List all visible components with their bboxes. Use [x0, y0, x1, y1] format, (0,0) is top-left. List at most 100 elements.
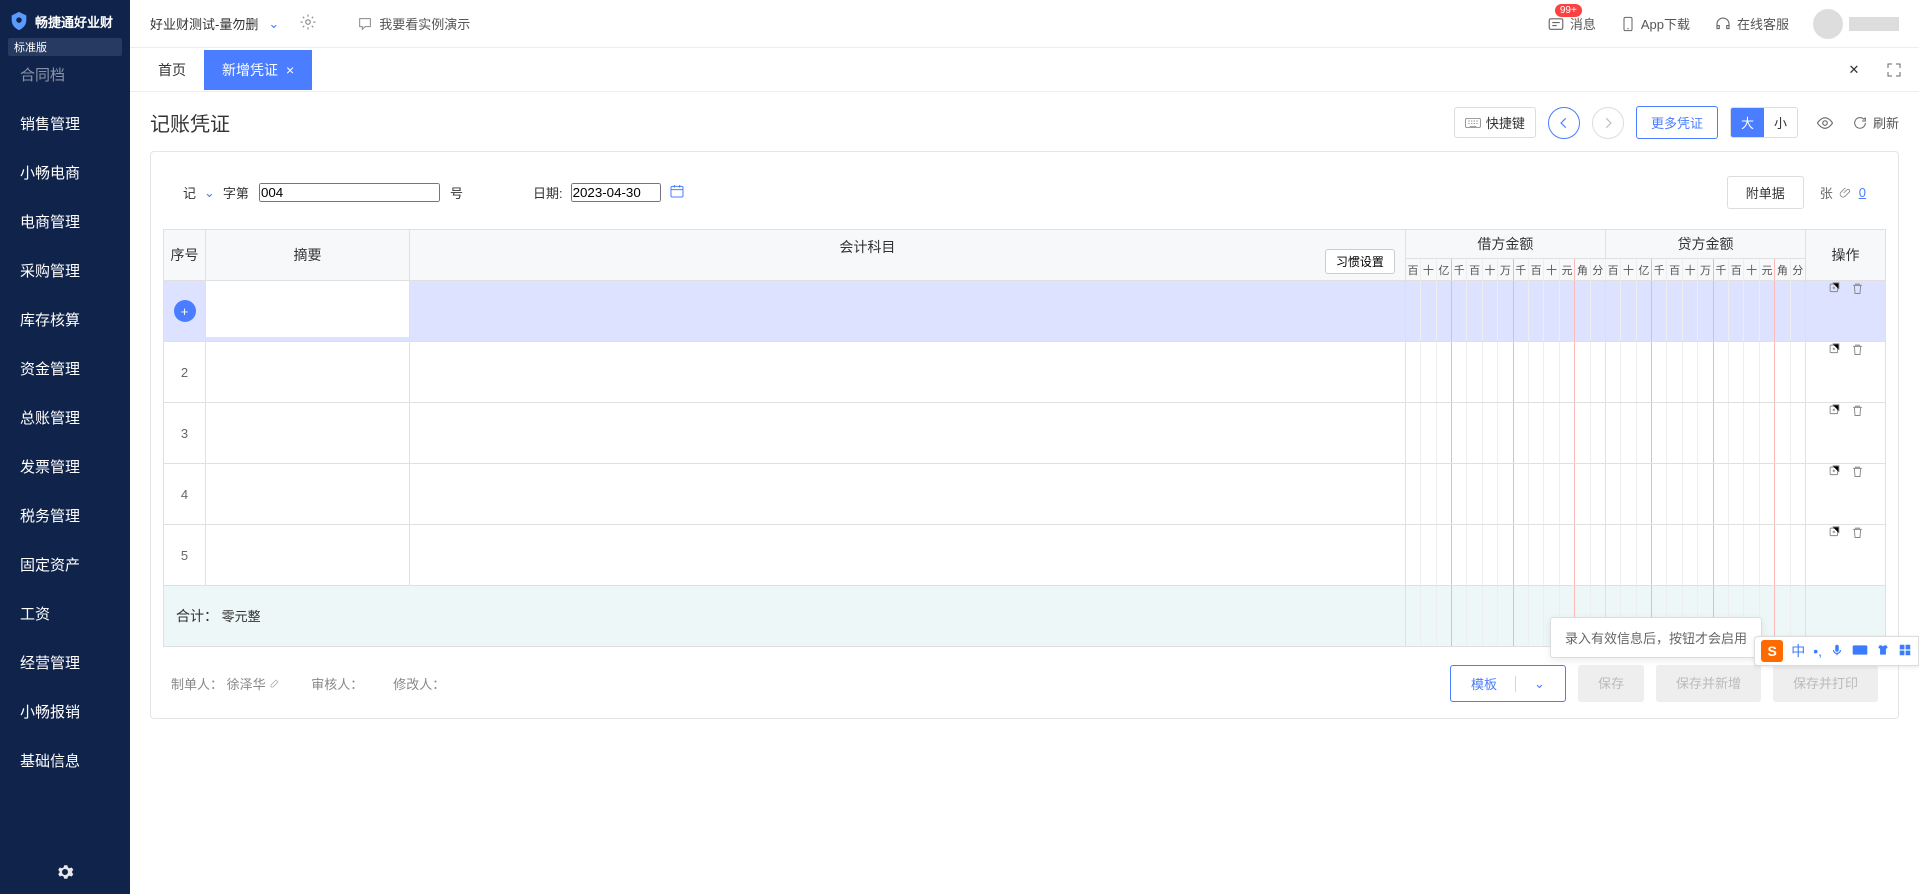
summary-cell[interactable]: [206, 403, 410, 464]
summary-cell[interactable]: [206, 464, 410, 525]
sidebar-item[interactable]: 库存核算: [0, 295, 130, 344]
ime-lang[interactable]: 中: [1791, 641, 1805, 661]
template-button[interactable]: 模板 ⌄: [1450, 665, 1566, 702]
copy-row-icon[interactable]: [1827, 406, 1842, 421]
sidebar-item[interactable]: 基础信息: [0, 736, 130, 785]
delete-row-icon[interactable]: [1850, 406, 1865, 421]
sidebar-item[interactable]: 固定资产: [0, 540, 130, 589]
sidebar-item[interactable]: 工资: [0, 589, 130, 638]
add-row-button[interactable]: +: [174, 300, 196, 322]
save-new-button: 保存并新增: [1656, 665, 1761, 702]
ime-mic-icon[interactable]: [1830, 643, 1844, 660]
refresh-button[interactable]: 刷新: [1852, 113, 1899, 132]
copy-row-icon[interactable]: [1827, 284, 1842, 299]
delete-row-icon[interactable]: [1850, 284, 1865, 299]
close-icon[interactable]: ×: [286, 62, 294, 78]
user-avatar[interactable]: [1813, 9, 1899, 39]
header-service[interactable]: 在线客服: [1714, 14, 1789, 33]
copy-row-icon[interactable]: [1827, 528, 1842, 543]
sidebar-item[interactable]: 采购管理: [0, 246, 130, 295]
shortcut-button[interactable]: 快捷键: [1454, 107, 1536, 138]
tab-home[interactable]: 首页: [140, 50, 204, 90]
header-settings-icon[interactable]: [299, 13, 317, 34]
summary-cell[interactable]: [206, 281, 410, 342]
ime-punct-icon[interactable]: •,: [1813, 643, 1822, 659]
sidebar-item[interactable]: 总账管理: [0, 393, 130, 442]
view-button[interactable]: [1810, 108, 1840, 138]
credit-cell[interactable]: [1605, 342, 1805, 403]
sidebar-item[interactable]: 小畅电商: [0, 148, 130, 197]
debit-cell[interactable]: [1405, 464, 1605, 525]
sidebar-item[interactable]: 合同档: [0, 64, 130, 99]
digit-header: 亿: [1636, 259, 1651, 281]
copy-row-icon[interactable]: [1827, 467, 1842, 482]
tenant-selector[interactable]: 好业财测试-量勿删 ⌄: [150, 14, 279, 33]
header-app-download[interactable]: App下载: [1620, 14, 1690, 33]
edit-icon[interactable]: [269, 677, 281, 689]
voucher-type-field[interactable]: 记 ⌄ 字第: [183, 183, 249, 202]
credit-cell[interactable]: [1605, 525, 1805, 586]
paperclip-icon[interactable]: [1839, 186, 1853, 200]
tabs-close-all[interactable]: ✕: [1839, 55, 1869, 85]
ime-skin-icon[interactable]: [1876, 643, 1890, 660]
credit-cell[interactable]: [1605, 403, 1805, 464]
ops-cell: [1806, 525, 1886, 586]
attach-button[interactable]: 附单据: [1727, 176, 1804, 209]
date-label: 日期:: [533, 183, 563, 202]
voucher-date-input[interactable]: [571, 183, 661, 202]
headset-icon: [1714, 15, 1732, 33]
account-cell[interactable]: [410, 342, 1406, 403]
account-cell[interactable]: [410, 403, 1406, 464]
voucher-type: 记: [183, 183, 196, 202]
delete-row-icon[interactable]: [1850, 467, 1865, 482]
sidebar-item[interactable]: 税务管理: [0, 491, 130, 540]
account-cell[interactable]: [410, 525, 1406, 586]
more-voucher-button[interactable]: 更多凭证: [1636, 106, 1718, 139]
debit-cell[interactable]: [1405, 281, 1605, 342]
account-cell[interactable]: [410, 281, 1406, 342]
tab-new-voucher[interactable]: 新增凭证 ×: [204, 50, 312, 90]
table-row[interactable]: 2: [164, 342, 1886, 403]
summary-cell[interactable]: [206, 525, 410, 586]
copy-row-icon[interactable]: [1827, 345, 1842, 360]
fullscreen-button[interactable]: [1879, 55, 1909, 85]
attach-count[interactable]: 0: [1859, 185, 1866, 200]
demo-link[interactable]: 我要看实例演示: [357, 14, 470, 33]
delete-row-icon[interactable]: [1850, 345, 1865, 360]
sidebar-item[interactable]: 小畅报销: [0, 687, 130, 736]
summary-input[interactable]: [206, 281, 409, 337]
sidebar-item[interactable]: 发票管理: [0, 442, 130, 491]
header-messages[interactable]: 99+ 消息: [1547, 14, 1596, 33]
logo-icon: [8, 10, 30, 32]
sidebar-item[interactable]: 电商管理: [0, 197, 130, 246]
table-row[interactable]: +: [164, 281, 1886, 342]
table-row[interactable]: 3: [164, 403, 1886, 464]
debit-cell[interactable]: [1405, 403, 1605, 464]
calendar-icon[interactable]: [669, 183, 685, 202]
sidebar-item[interactable]: 资金管理: [0, 344, 130, 393]
ime-toolbar[interactable]: S 中 •,: [1754, 636, 1919, 666]
table-row[interactable]: 4: [164, 464, 1886, 525]
sidebar-settings[interactable]: [0, 853, 130, 894]
account-cell[interactable]: [410, 464, 1406, 525]
table-row[interactable]: 5: [164, 525, 1886, 586]
sidebar-item[interactable]: 销售管理: [0, 99, 130, 148]
seq-cell: +: [164, 281, 206, 342]
debit-cell[interactable]: [1405, 525, 1605, 586]
nav-next-button[interactable]: [1592, 107, 1624, 139]
habit-button[interactable]: 习惯设置: [1325, 249, 1395, 274]
voucher-number-input[interactable]: [259, 183, 440, 202]
size-big[interactable]: 大: [1731, 108, 1764, 137]
summary-cell[interactable]: [206, 342, 410, 403]
credit-cell[interactable]: [1605, 281, 1805, 342]
ime-toolbox-icon[interactable]: [1898, 643, 1912, 660]
debit-cell[interactable]: [1405, 342, 1605, 403]
size-small[interactable]: 小: [1764, 108, 1797, 137]
nav-prev-button[interactable]: [1548, 107, 1580, 139]
chat-icon: [357, 16, 373, 32]
delete-row-icon[interactable]: [1850, 528, 1865, 543]
credit-cell[interactable]: [1605, 464, 1805, 525]
sidebar-item[interactable]: 经营管理: [0, 638, 130, 687]
seq-cell: 5: [164, 525, 206, 586]
ime-keyboard-icon[interactable]: [1852, 643, 1868, 659]
